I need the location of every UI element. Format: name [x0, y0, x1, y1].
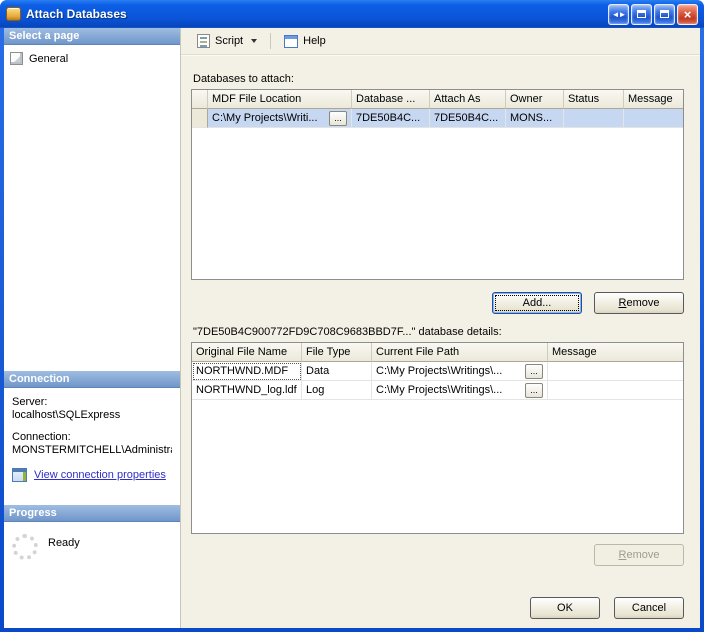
ok-button[interactable]: OK — [530, 597, 600, 619]
add-button[interactable]: Add... — [492, 292, 582, 314]
progress-spinner-icon — [12, 534, 38, 560]
mdf-file-location-cell[interactable]: C:\My Projects\Writi... ... — [208, 109, 352, 128]
connection-properties-icon — [12, 468, 27, 482]
dock-arrows-icon: ◄► — [611, 9, 627, 19]
original-file-name-cell[interactable]: NORTHWND_log.ldf — [192, 381, 302, 400]
browse-path-button[interactable]: ... — [525, 382, 543, 398]
current-file-path-value: C:\My Projects\Writings\... — [376, 384, 503, 396]
database-cell[interactable]: 7DE50B4C... — [352, 109, 430, 128]
message-cell[interactable] — [548, 362, 683, 381]
toolbar-separator — [270, 33, 272, 49]
attach-grid-buttons: Add... Remove — [191, 292, 684, 314]
attach-as-cell[interactable]: 7DE50B4C... — [430, 109, 506, 128]
status-cell[interactable] — [564, 109, 624, 128]
column-header-owner[interactable]: Owner — [506, 90, 564, 109]
select-a-page-header: Select a page — [4, 28, 180, 45]
script-button-label: Script — [215, 35, 244, 47]
details-grid-header: Original File Name File Type Current Fil… — [192, 343, 683, 362]
table-row[interactable]: NORTHWND_log.ldf Log C:\My Projects\Writ… — [192, 381, 683, 400]
progress-section: Ready — [4, 522, 180, 628]
general-page-icon — [10, 52, 23, 65]
help-icon — [284, 34, 299, 48]
window-title: Attach Databases — [26, 7, 127, 21]
dialog-buttons: OK Cancel — [530, 597, 684, 619]
connection-section: Server: localhost\SQLExpress Connection:… — [4, 388, 180, 505]
browse-path-button[interactable]: ... — [525, 363, 543, 379]
script-button[interactable]: Script — [189, 30, 265, 52]
column-header-file-type[interactable]: File Type — [302, 343, 372, 362]
column-header-attach-as[interactable]: Attach As — [430, 90, 506, 109]
connection-header: Connection — [4, 371, 180, 388]
close-button[interactable]: × — [677, 3, 698, 25]
table-row[interactable]: C:\My Projects\Writi... ... 7DE50B4C... … — [192, 109, 683, 128]
details-grid: Original File Name File Type Current Fil… — [191, 342, 684, 534]
progress-status: Ready — [48, 537, 80, 549]
mdf-file-location-value: C:\My Projects\Writi... — [212, 112, 318, 124]
script-icon — [197, 34, 210, 48]
file-type-cell[interactable]: Log — [302, 381, 372, 400]
message-cell[interactable] — [624, 109, 683, 128]
column-header-status[interactable]: Status — [564, 90, 624, 109]
current-file-path-value: C:\My Projects\Writings\... — [376, 365, 503, 377]
browse-mdf-button[interactable]: ... — [329, 110, 347, 126]
table-row[interactable]: NORTHWND.MDF Data C:\My Projects\Writing… — [192, 362, 683, 381]
column-header-original-file-name[interactable]: Original File Name — [192, 343, 302, 362]
details-remove-button[interactable]: Remove — [594, 544, 684, 566]
connection-properties-row: View connection properties — [12, 468, 172, 482]
column-header-message[interactable]: Message — [548, 343, 683, 362]
window-controls: ◄► × — [608, 3, 698, 25]
column-header-current-file-path[interactable]: Current File Path — [372, 343, 548, 362]
column-header-mdf-file-location[interactable]: MDF File Location — [208, 90, 352, 109]
server-label: Server: — [12, 396, 48, 408]
toolbar: Script Help — [181, 28, 700, 55]
current-file-path-cell[interactable]: C:\My Projects\Writings\... ... — [372, 381, 548, 400]
page-list: General — [4, 45, 180, 371]
original-file-name-cell[interactable]: NORTHWND.MDF — [192, 362, 302, 381]
window-square-icon — [637, 10, 646, 18]
sidebar: Select a page General Connection Server:… — [4, 28, 180, 628]
remove-button[interactable]: Remove — [594, 292, 684, 314]
close-icon: × — [683, 6, 692, 22]
help-button[interactable]: Help — [276, 31, 334, 52]
column-header-database[interactable]: Database ... — [352, 90, 430, 109]
chevron-down-icon[interactable] — [251, 39, 258, 43]
attach-databases-window: Attach Databases ◄► × Select a page Gene… — [0, 0, 704, 632]
window-square-icon — [660, 10, 669, 18]
titlebar[interactable]: Attach Databases ◄► × — [0, 0, 704, 28]
dock-button[interactable]: ◄► — [608, 3, 629, 25]
sidebar-item-general[interactable]: General — [4, 49, 180, 68]
page-item-label: General — [29, 52, 69, 65]
connection-label: Connection: — [12, 431, 71, 443]
owner-cell[interactable]: MONS... — [506, 109, 564, 128]
window-icon — [6, 7, 21, 21]
attach-grid: MDF File Location Database ... Attach As… — [191, 89, 684, 280]
view-connection-properties-link[interactable]: View connection properties — [34, 469, 166, 481]
column-header-selector[interactable] — [192, 90, 208, 109]
help-button-label: Help — [303, 35, 326, 47]
file-type-cell[interactable]: Data — [302, 362, 372, 381]
details-grid-buttons: Remove — [191, 544, 684, 566]
database-details-label: "7DE50B4C900772FD9C708C9683BBD7F..." dat… — [193, 326, 502, 338]
attach-grid-header: MDF File Location Database ... Attach As… — [192, 90, 683, 109]
server-value: localhost\SQLExpress — [12, 409, 121, 421]
minimize-button[interactable] — [631, 3, 652, 25]
main-panel: Script Help Databases to attach: MDF Fil… — [180, 28, 700, 628]
cancel-button[interactable]: Cancel — [614, 597, 684, 619]
progress-header: Progress — [4, 505, 180, 522]
maximize-button[interactable] — [654, 3, 675, 25]
window-body: Select a page General Connection Server:… — [4, 28, 700, 628]
main-content: Databases to attach: MDF File Location D… — [181, 55, 700, 628]
current-file-path-cell[interactable]: C:\My Projects\Writings\... ... — [372, 362, 548, 381]
row-selector-cell[interactable] — [192, 109, 208, 128]
message-cell[interactable] — [548, 381, 683, 400]
connection-value: MONSTERMITCHELL\Administra — [12, 444, 172, 456]
column-header-message[interactable]: Message — [624, 90, 683, 109]
databases-to-attach-label: Databases to attach: — [193, 73, 294, 85]
